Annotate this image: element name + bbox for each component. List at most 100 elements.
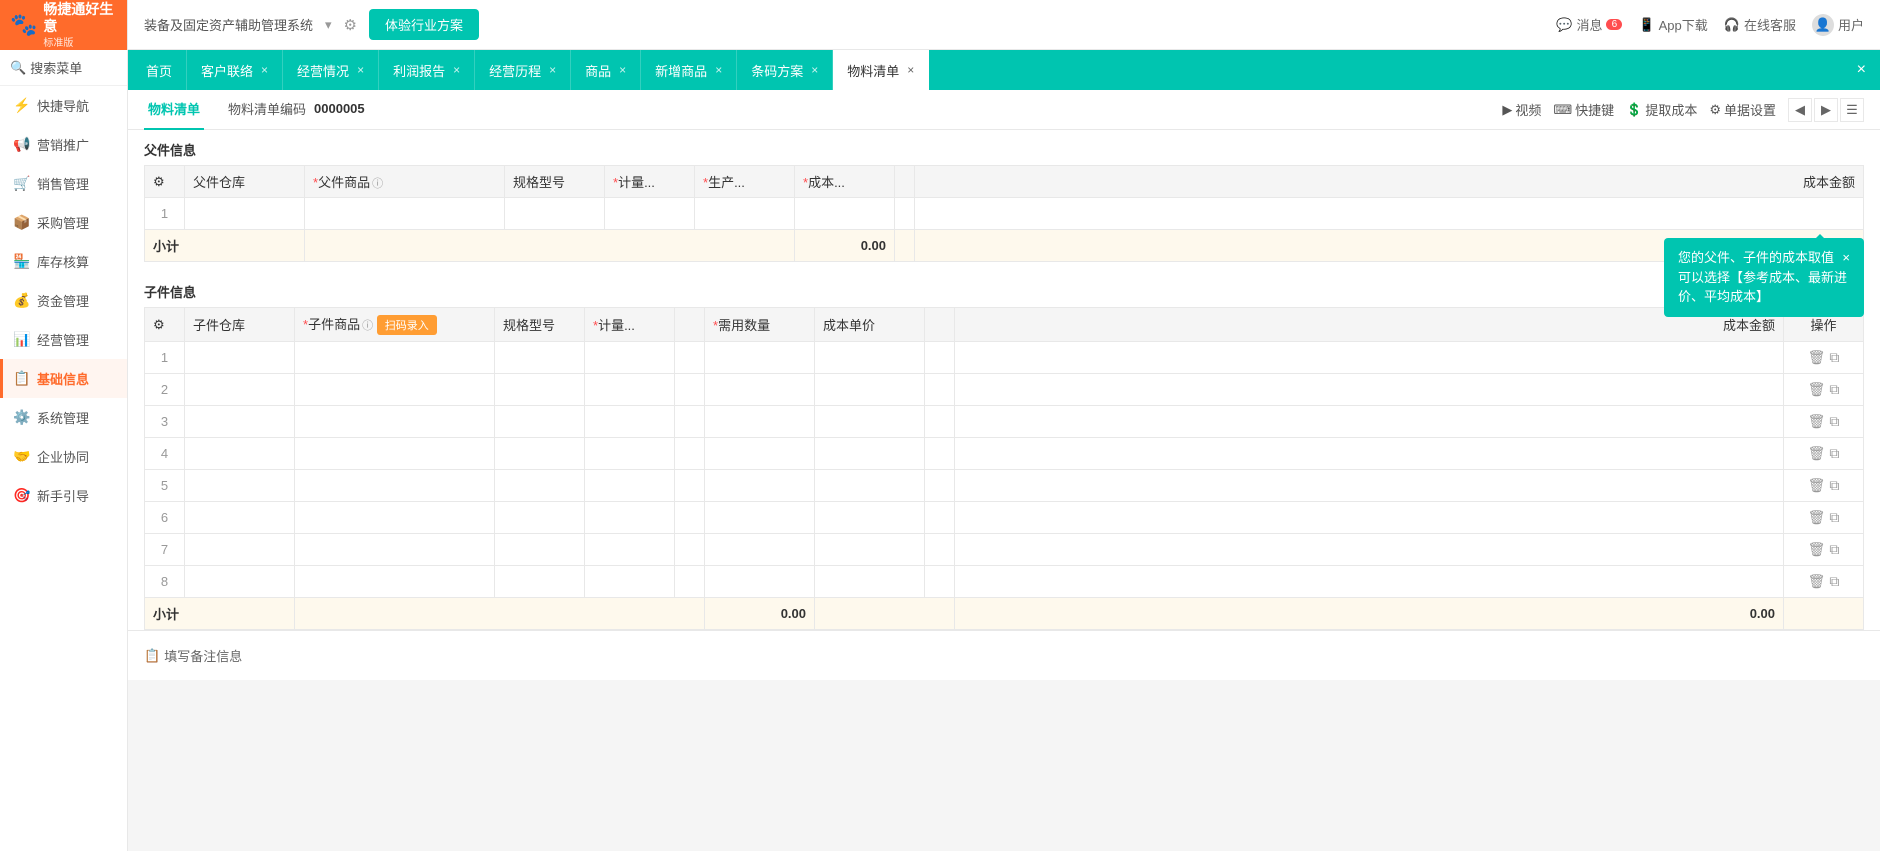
delete-icon-3[interactable]: 🗑	[1808, 413, 1826, 430]
sidebar-item-system[interactable]: ⚙️ 系统管理	[0, 398, 127, 437]
delete-icon-7[interactable]: 🗑	[1808, 541, 1826, 558]
child-unit-cost-3[interactable]	[815, 406, 925, 438]
app-download-action[interactable]: 📱 App下载	[1638, 15, 1707, 34]
delete-icon-8[interactable]: 🗑	[1808, 573, 1826, 590]
copy-icon-4[interactable]: ⧉	[1829, 445, 1839, 462]
child-warehouse-2[interactable]	[185, 374, 295, 406]
child-goods-6[interactable]	[295, 502, 495, 534]
child-goods-5[interactable]	[295, 470, 495, 502]
child-settings-icon[interactable]: ⚙	[153, 317, 165, 332]
child-unit-5[interactable]	[585, 470, 675, 502]
tab-home[interactable]: 首页	[132, 50, 187, 90]
child-quantity-8[interactable]	[705, 566, 815, 598]
tab-history[interactable]: 经营历程 ×	[475, 50, 571, 90]
child-unit-cost-1[interactable]	[815, 342, 925, 374]
sidebar-search[interactable]: 🔍 搜索菜单	[0, 50, 127, 86]
child-goods-2[interactable]	[295, 374, 495, 406]
child-spec-5[interactable]	[495, 470, 585, 502]
shortcut-action[interactable]: ⌨ 快捷键	[1553, 100, 1614, 119]
pager-next[interactable]: ▶	[1814, 98, 1838, 122]
scan-button[interactable]: 扫码录入	[377, 315, 437, 335]
child-spec-8[interactable]	[495, 566, 585, 598]
parent-goods-1[interactable]	[305, 198, 505, 230]
copy-icon-1[interactable]: ⧉	[1829, 349, 1839, 366]
pager-prev[interactable]: ◀	[1788, 98, 1812, 122]
child-unit-cost-8[interactable]	[815, 566, 925, 598]
parent-cost-1[interactable]	[795, 198, 895, 230]
child-quantity-1[interactable]	[705, 342, 815, 374]
child-quantity-2[interactable]	[705, 374, 815, 406]
child-goods-1[interactable]	[295, 342, 495, 374]
child-unit-7[interactable]	[585, 534, 675, 566]
sidebar-item-enterprise[interactable]: 🤝 企业协同	[0, 437, 127, 476]
sidebar-item-quick-nav[interactable]: ⚡ 快捷导航	[0, 86, 127, 125]
child-goods-8[interactable]	[295, 566, 495, 598]
sidebar-item-guide[interactable]: 🎯 新手引导	[0, 476, 127, 515]
sidebar-item-basic-info[interactable]: 📋 基础信息	[0, 359, 127, 398]
copy-icon-8[interactable]: ⧉	[1829, 573, 1839, 590]
child-unit-6[interactable]	[585, 502, 675, 534]
tab-profit-close[interactable]: ×	[453, 63, 460, 77]
delete-icon-1[interactable]: 🗑	[1808, 349, 1826, 366]
copy-icon-2[interactable]: ⧉	[1829, 381, 1839, 398]
child-quantity-4[interactable]	[705, 438, 815, 470]
child-spec-6[interactable]	[495, 502, 585, 534]
tab-customer[interactable]: 客户联络 ×	[187, 50, 283, 90]
copy-icon-5[interactable]: ⧉	[1829, 477, 1839, 494]
child-unit-cost-7[interactable]	[815, 534, 925, 566]
view-action[interactable]: ▶ 视频	[1502, 100, 1541, 119]
tab-operations[interactable]: 经营情况 ×	[283, 50, 379, 90]
sidebar-item-sales[interactable]: 🛒 销售管理	[0, 164, 127, 203]
delete-icon-2[interactable]: 🗑	[1808, 381, 1826, 398]
child-goods-7[interactable]	[295, 534, 495, 566]
sidebar-item-marketing[interactable]: 📢 营销推广	[0, 125, 127, 164]
parent-produce-1[interactable]	[695, 198, 795, 230]
nav-close-all[interactable]: ×	[1847, 61, 1876, 79]
topbar-settings-icon[interactable]: ⚙	[344, 16, 357, 34]
child-goods-4[interactable]	[295, 438, 495, 470]
child-unit-cost-5[interactable]	[815, 470, 925, 502]
child-quantity-5[interactable]	[705, 470, 815, 502]
sidebar-item-purchase[interactable]: 📦 采购管理	[0, 203, 127, 242]
tab-customer-close[interactable]: ×	[261, 63, 268, 77]
copy-icon-3[interactable]: ⧉	[1829, 413, 1839, 430]
child-warehouse-7[interactable]	[185, 534, 295, 566]
parent-warehouse-1[interactable]	[185, 198, 305, 230]
tab-bom[interactable]: 物料清单 ×	[833, 50, 929, 90]
copy-icon-6[interactable]: ⧉	[1829, 509, 1839, 526]
tab-bom-close[interactable]: ×	[907, 63, 914, 77]
child-warehouse-4[interactable]	[185, 438, 295, 470]
single-settings-action[interactable]: ⚙ 单据设置	[1709, 100, 1776, 119]
child-unit-3[interactable]	[585, 406, 675, 438]
delete-icon-6[interactable]: 🗑	[1808, 509, 1826, 526]
child-quantity-7[interactable]	[705, 534, 815, 566]
tab-goods-close[interactable]: ×	[619, 63, 626, 77]
tab-new-goods-close[interactable]: ×	[715, 63, 722, 77]
child-unit-4[interactable]	[585, 438, 675, 470]
child-unit-1[interactable]	[585, 342, 675, 374]
notes-button[interactable]: 📋 填写备注信息	[144, 646, 242, 665]
child-quantity-3[interactable]	[705, 406, 815, 438]
tab-operations-close[interactable]: ×	[357, 63, 364, 77]
child-unit-2[interactable]	[585, 374, 675, 406]
sidebar-item-finance[interactable]: 💰 资金管理	[0, 281, 127, 320]
message-action[interactable]: 💬 消息 6	[1556, 15, 1622, 34]
child-spec-4[interactable]	[495, 438, 585, 470]
tab-goods[interactable]: 商品 ×	[571, 50, 641, 90]
sidebar-item-operations[interactable]: 📊 经营管理	[0, 320, 127, 359]
child-unit-cost-4[interactable]	[815, 438, 925, 470]
child-spec-2[interactable]	[495, 374, 585, 406]
copy-icon-7[interactable]: ⧉	[1829, 541, 1839, 558]
parent-unit-1[interactable]	[605, 198, 695, 230]
child-warehouse-5[interactable]	[185, 470, 295, 502]
delete-icon-4[interactable]: 🗑	[1808, 445, 1826, 462]
cost-action[interactable]: 💲 提取成本	[1626, 100, 1697, 119]
sub-nav-bom-code[interactable]: 物料清单编码 0000005	[224, 90, 369, 130]
child-quantity-6[interactable]	[705, 502, 815, 534]
tab-barcode-close[interactable]: ×	[811, 63, 818, 77]
tab-history-close[interactable]: ×	[549, 63, 556, 77]
sub-nav-bom[interactable]: 物料清单	[144, 90, 204, 130]
child-unit-cost-2[interactable]	[815, 374, 925, 406]
child-spec-3[interactable]	[495, 406, 585, 438]
tab-new-goods[interactable]: 新增商品 ×	[641, 50, 737, 90]
